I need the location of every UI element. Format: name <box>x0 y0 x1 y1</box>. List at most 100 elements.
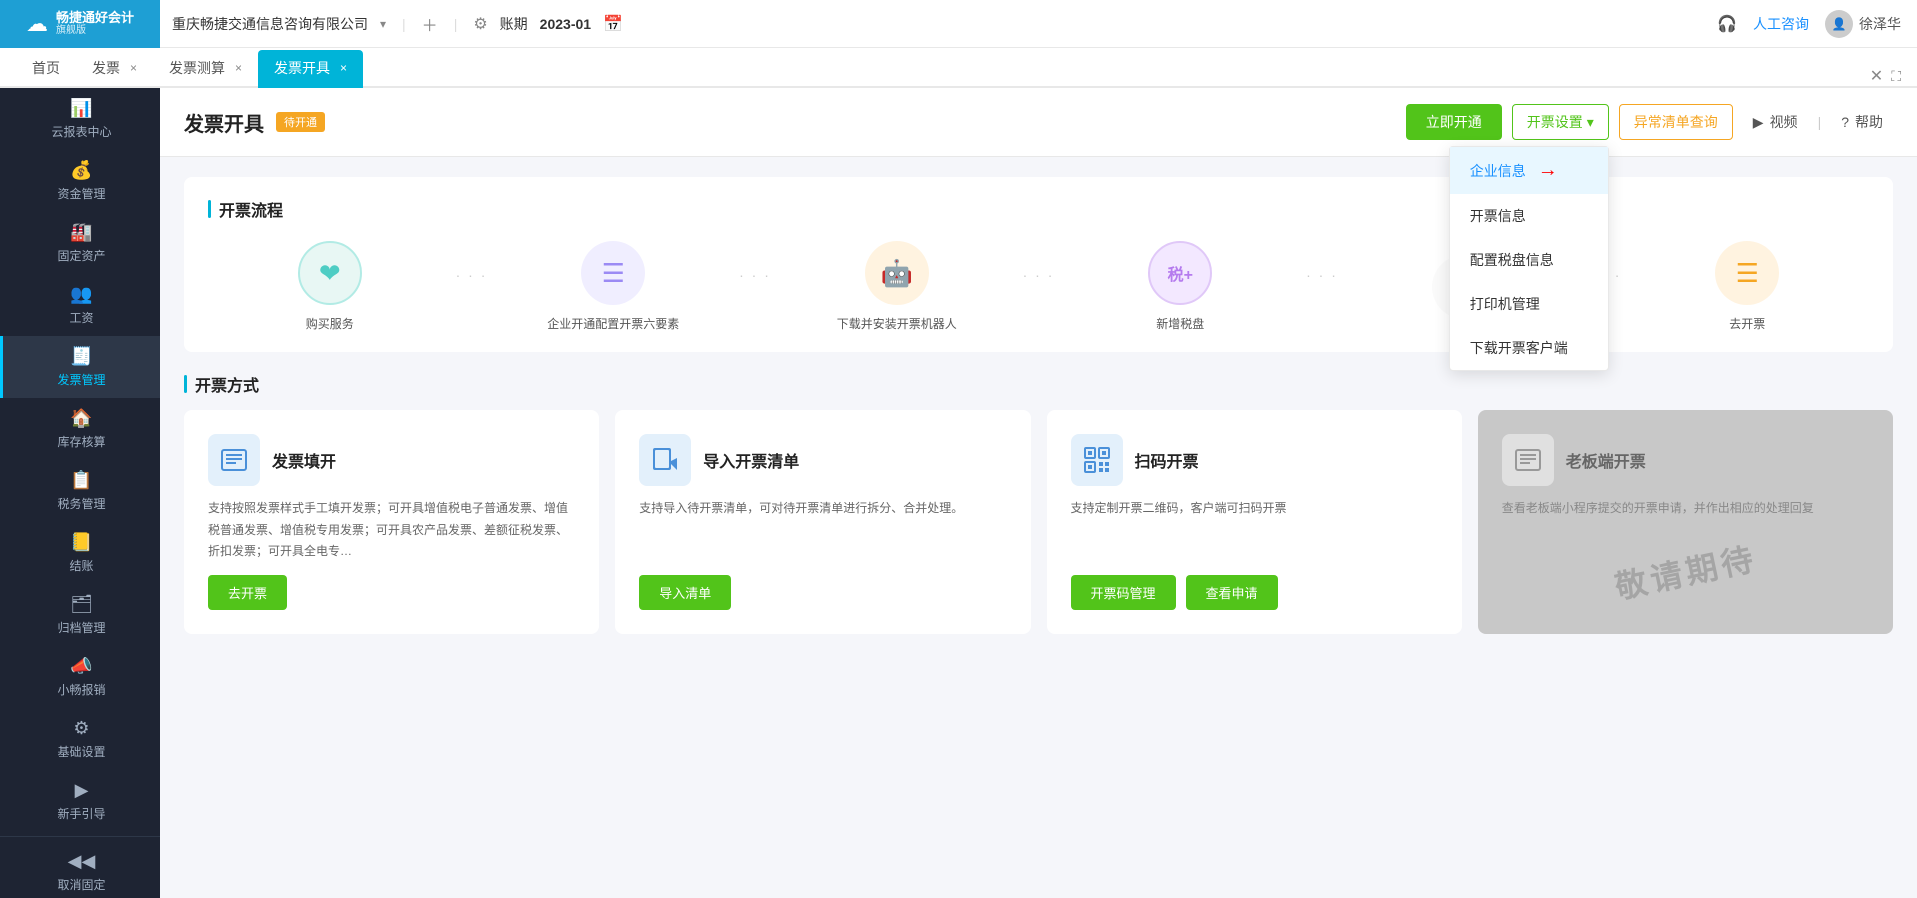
fill-method-btn: 去开票 <box>208 575 575 610</box>
abnormal-button[interactable]: 异常清单查询 <box>1619 104 1733 140</box>
scan-method-btn: 开票码管理 查看申请 <box>1071 575 1438 610</box>
dropdown-item-printer[interactable]: 打印机管理 <box>1450 282 1608 326</box>
dropdown-item-invoice-info[interactable]: 开票信息 <box>1450 194 1608 238</box>
method-card-scan-header: 扫码开票 <box>1071 434 1438 486</box>
sidebar-item-reports[interactable]: 📊 云报表中心 <box>0 88 160 150</box>
sidebar-item-settings-label: 基础设置 <box>57 743 105 760</box>
boss-method-desc: 查看老板端小程序提交的开票申请，并作出相应的处理回复 <box>1502 498 1869 520</box>
assets-icon: 🏭 <box>70 222 92 243</box>
main-content: 发票开具 待开通 立即开通 开票设置 ▾ 企业信息 → <box>160 88 1917 898</box>
help-divider: | <box>1818 114 1822 130</box>
help-button[interactable]: ? 帮助 <box>1831 105 1893 139</box>
flow-steps: ❤ 购买服务 ☰ 企业开通配置开票六要素 🤖 下载并安装开票机器人 <box>208 241 1869 332</box>
flow-step-3: 🤖 下载并安装开票机器人 <box>775 241 1019 332</box>
flow-step-4: 税+ 新增税盘 <box>1059 241 1303 332</box>
sidebar-item-invoice[interactable]: 🧾 发票管理 <box>0 336 160 398</box>
scan-method-icon <box>1071 434 1123 486</box>
sidebar: 📊 云报表中心 💰 资金管理 🏭 固定资产 👥 工资 🧾 发票管理 🏠 库存核算… <box>0 88 160 898</box>
company-dropdown-icon[interactable]: ▾ <box>380 17 386 31</box>
video-button[interactable]: ▶ 视频 <box>1743 105 1808 139</box>
user-info[interactable]: 👤 徐泽华 <box>1825 10 1901 38</box>
app-logo[interactable]: ☁ 畅捷通好会计 旗舰版 <box>0 0 160 48</box>
tab-close-all-icon[interactable]: ✕ <box>1870 66 1883 86</box>
flow-step-6-icon: ☰ <box>1715 241 1779 305</box>
tab-estimate[interactable]: 发票测算 × <box>153 50 258 88</box>
tab-invoice-close[interactable]: × <box>130 61 137 75</box>
method-card-import-header: 导入开票清单 <box>639 434 1006 486</box>
import-list-button[interactable]: 导入清单 <box>639 575 731 610</box>
sidebar-item-archive[interactable]: 🗂 归档管理 <box>0 584 160 646</box>
flow-step-1-icon: ❤ <box>298 241 362 305</box>
reports-icon: 📊 <box>70 98 92 119</box>
logo-cloud-icon: ☁ <box>26 11 48 37</box>
tab-expand-icon[interactable]: ⛶ <box>1891 68 1901 85</box>
tab-estimate-close[interactable]: × <box>235 61 242 75</box>
sidebar-item-settings[interactable]: ⚙ 基础设置 <box>0 708 160 770</box>
method-card-import: 导入开票清单 支持导入待开票清单，可对待开票清单进行拆分、合并处理。 导入清单 <box>615 410 1030 634</box>
sidebar-item-closing[interactable]: 📒 结账 <box>0 522 160 584</box>
dropdown-item-download[interactable]: 下载开票客户端 <box>1450 326 1608 370</box>
boss-method-title: 老板端开票 <box>1566 448 1646 472</box>
sidebar-item-expense-label: 小畅报销 <box>57 681 105 698</box>
flow-connector-3 <box>1019 267 1059 283</box>
sidebar-item-tax[interactable]: 📋 税务管理 <box>0 460 160 522</box>
method-card-scan: 扫码开票 支持定制开票二维码，客户端可扫码开票 开票码管理 查看申请 <box>1047 410 1462 634</box>
period-value: 2023-01 <box>540 16 591 32</box>
fill-method-icon <box>208 434 260 486</box>
sidebar-item-inventory[interactable]: 🏠 库存核算 <box>0 398 160 460</box>
tab-issue-label: 发票开具 <box>274 58 330 78</box>
tab-home-label: 首页 <box>32 58 60 78</box>
sidebar-item-expense[interactable]: 📣 小畅报销 <box>0 646 160 708</box>
main-layout: 📊 云报表中心 💰 资金管理 🏭 固定资产 👥 工资 🧾 发票管理 🏠 库存核算… <box>0 88 1917 898</box>
dropdown-item-company[interactable]: 企业信息 → <box>1450 147 1608 194</box>
scan-method-desc: 支持定制开票二维码，客户端可扫码开票 <box>1071 498 1438 520</box>
dropdown-item-taxdisk[interactable]: 配置税盘信息 <box>1450 238 1608 282</box>
qrcode-manage-button[interactable]: 开票码管理 <box>1071 575 1176 610</box>
tab-home[interactable]: 首页 <box>16 50 76 88</box>
sidebar-item-assets[interactable]: 🏭 固定资产 <box>0 212 160 274</box>
activate-button[interactable]: 立即开通 <box>1406 104 1502 140</box>
methods-title-text: 开票方式 <box>195 372 259 396</box>
methods-section-title: 开票方式 <box>184 372 1893 396</box>
tab-issue[interactable]: 发票开具 × <box>258 50 363 88</box>
sidebar-item-funds[interactable]: 💰 资金管理 <box>0 150 160 212</box>
tab-bar: 首页 发票 × 发票测算 × 发票开具 × ✕ ⛶ <box>0 48 1917 88</box>
headset-icon: 🎧 <box>1717 14 1737 34</box>
add-icon[interactable]: ＋ <box>422 12 438 36</box>
method-card-fill-header: 发票填开 <box>208 434 575 486</box>
play-icon: ▶ <box>1753 114 1764 131</box>
service-label[interactable]: 人工咨询 <box>1753 14 1809 34</box>
fill-invoice-button[interactable]: 去开票 <box>208 575 287 610</box>
method-card-boss-header: 老板端开票 <box>1502 434 1869 486</box>
settings-icon[interactable]: ⚙ <box>473 14 487 34</box>
sidebar-item-payroll[interactable]: 👥 工资 <box>0 274 160 336</box>
sidebar-item-guide[interactable]: ▶ 新手引导 <box>0 770 160 832</box>
page-header: 发票开具 待开通 立即开通 开票设置 ▾ 企业信息 → <box>160 88 1917 157</box>
dropdown-download-label: 下载开票客户端 <box>1470 338 1568 358</box>
settings-button[interactable]: 开票设置 ▾ <box>1512 104 1609 140</box>
sidebar-item-unpin[interactable]: ◀◀ 取消固定 <box>0 841 160 898</box>
sidebar-item-reports-label: 云报表中心 <box>51 123 111 140</box>
fill-method-title: 发票填开 <box>272 448 336 472</box>
sidebar-item-assets-label: 固定资产 <box>57 247 105 264</box>
tab-issue-close[interactable]: × <box>340 61 347 75</box>
calendar-icon[interactable]: 📅 <box>603 14 623 34</box>
flow-connector-4 <box>1302 267 1342 283</box>
flow-step-1: ❤ 购买服务 <box>208 241 452 332</box>
flow-step-3-label: 下载并安装开票机器人 <box>837 315 957 332</box>
logo-text-group: 畅捷通好会计 旗舰版 <box>56 10 134 38</box>
user-name: 徐泽华 <box>1859 14 1901 34</box>
methods-section: 开票方式 发票填开 支持按照发票样式手工填开发票；可开具增值税电子普通发票、增值… <box>184 372 1893 634</box>
settings-dropdown-menu: 企业信息 → 开票信息 配置税盘信息 打印机管理 <box>1449 146 1609 371</box>
top-bar-right: 🎧 人工咨询 👤 徐泽华 <box>1717 10 1901 38</box>
invoice-icon: 🧾 <box>70 346 92 367</box>
page-header-actions: 立即开通 开票设置 ▾ 企业信息 → <box>1406 104 1893 140</box>
tab-invoice[interactable]: 发票 × <box>76 50 153 88</box>
logo-main-text: 畅捷通好会计 <box>56 10 134 26</box>
company-name[interactable]: 重庆畅捷交通信息咨询有限公司 <box>172 14 368 34</box>
dropdown-invoice-info-label: 开票信息 <box>1470 206 1526 226</box>
view-application-button[interactable]: 查看申请 <box>1186 575 1278 610</box>
expense-icon: 📣 <box>70 656 92 677</box>
flow-step-2: ☰ 企业开通配置开票六要素 <box>492 241 736 332</box>
import-method-desc: 支持导入待开票清单，可对待开票清单进行拆分、合并处理。 <box>639 498 1006 520</box>
